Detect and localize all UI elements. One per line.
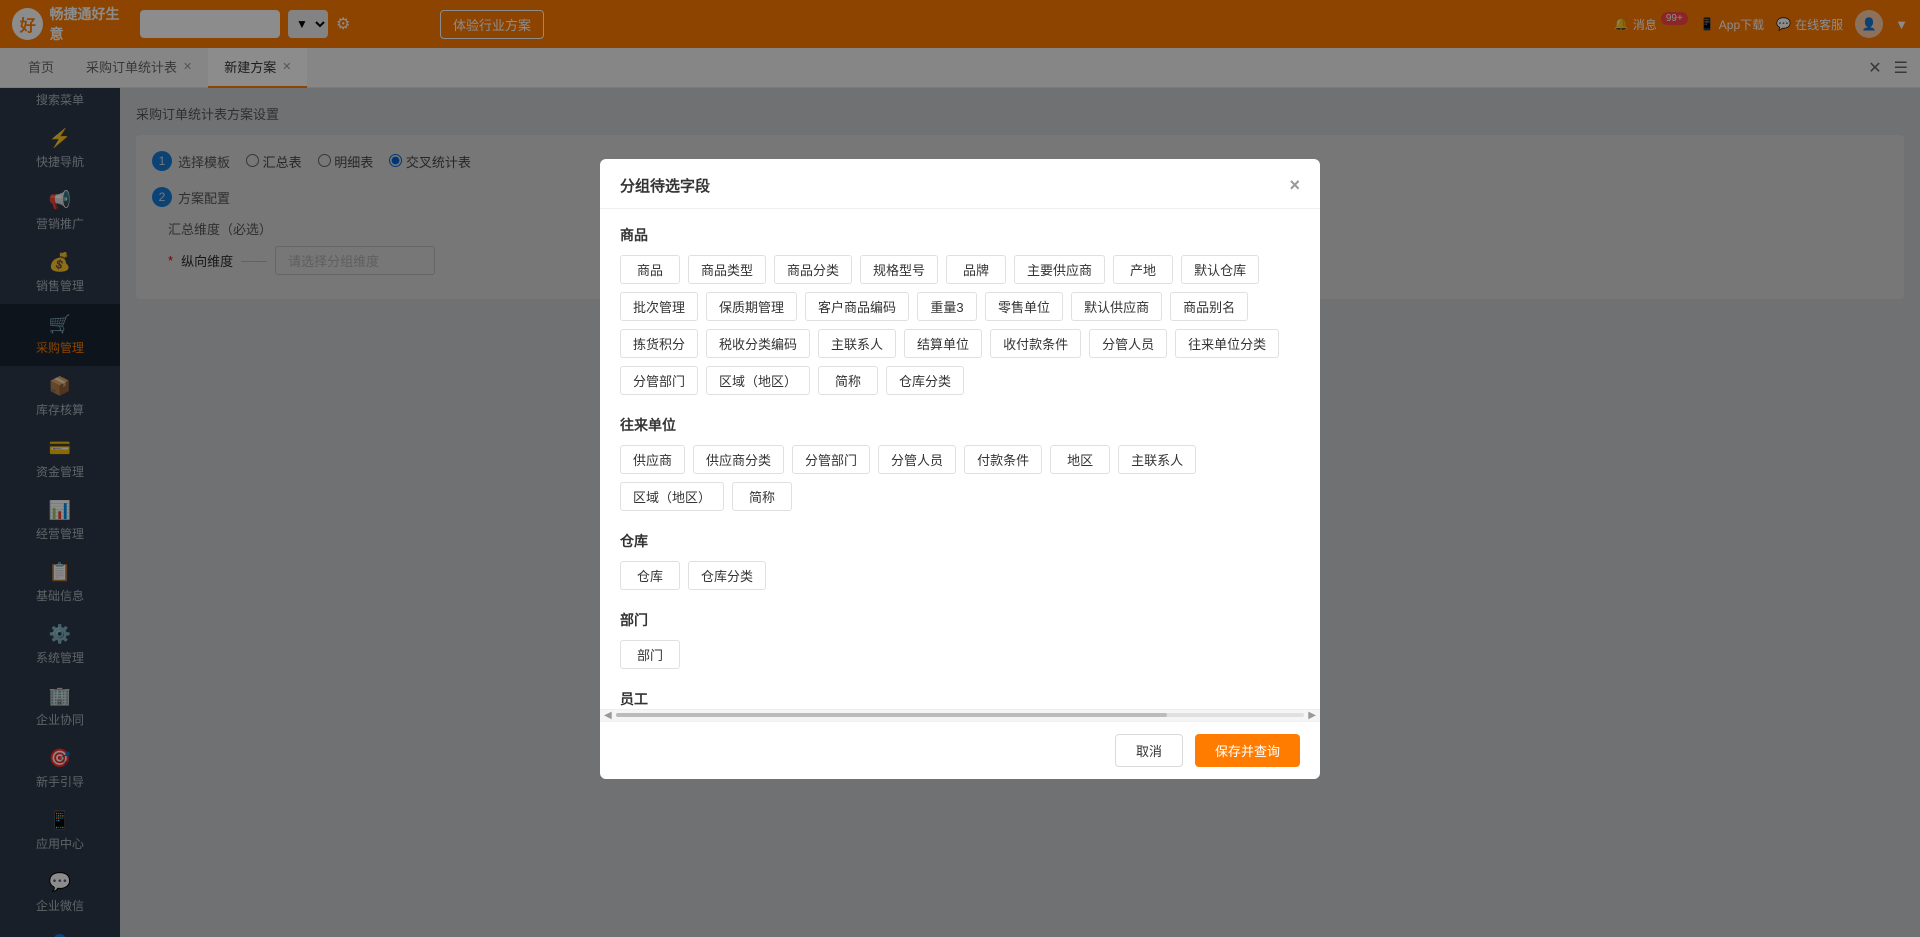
field-group-title-department: 部门 bbox=[620, 610, 1300, 630]
field-tags-department: 部门 bbox=[620, 640, 1300, 669]
field-tag-product-3[interactable]: 规格型号 bbox=[860, 255, 938, 284]
modal-close-button[interactable]: × bbox=[1289, 176, 1300, 194]
field-group-title-partner: 往来单位 bbox=[620, 415, 1300, 435]
field-tags-partner: 供应商供应商分类分管部门分管人员付款条件地区主联系人区域（地区） 简称 bbox=[620, 445, 1300, 511]
field-group-title-warehouse: 仓库 bbox=[620, 531, 1300, 551]
field-tag-product-10[interactable]: 客户商品编码 bbox=[805, 292, 909, 321]
field-tag-partner-4[interactable]: 付款条件 bbox=[964, 445, 1042, 474]
field-tag-product-12[interactable]: 零售单位 bbox=[985, 292, 1063, 321]
field-group-employee: 员工业务员 bbox=[620, 689, 1300, 709]
field-group-department: 部门部门 bbox=[620, 610, 1300, 669]
field-tag-product-14[interactable]: 商品别名 bbox=[1170, 292, 1248, 321]
field-tag-partner-0[interactable]: 供应商 bbox=[620, 445, 685, 474]
field-tag-partner-1[interactable]: 供应商分类 bbox=[693, 445, 784, 474]
field-tag-product-4[interactable]: 品牌 bbox=[946, 255, 1006, 284]
field-tag-product-6[interactable]: 产地 bbox=[1113, 255, 1173, 284]
field-tag-product-24[interactable]: 简称 bbox=[818, 366, 878, 395]
field-group-title-product: 商品 bbox=[620, 225, 1300, 245]
field-tag-product-15[interactable]: 拣货积分 bbox=[620, 329, 698, 358]
modal-hscroll[interactable]: ◀ ▶ bbox=[600, 709, 1320, 721]
confirm-button[interactable]: 保存并查询 bbox=[1195, 734, 1300, 767]
field-tag-partner-2[interactable]: 分管部门 bbox=[792, 445, 870, 474]
field-tag-product-1[interactable]: 商品类型 bbox=[688, 255, 766, 284]
field-tag-product-18[interactable]: 结算单位 bbox=[904, 329, 982, 358]
field-tag-product-25[interactable]: 仓库分类 bbox=[886, 366, 964, 395]
modal-header: 分组待选字段 × bbox=[600, 159, 1320, 209]
field-tag-partner-5[interactable]: 地区 bbox=[1050, 445, 1110, 474]
hscroll-left-arrow[interactable]: ◀ bbox=[604, 710, 612, 721]
field-group-partner: 往来单位供应商供应商分类分管部门分管人员付款条件地区主联系人区域（地区） 简称 bbox=[620, 415, 1300, 511]
field-tag-product-23[interactable]: 区域（地区） bbox=[706, 366, 810, 395]
field-tag-product-9[interactable]: 保质期管理 bbox=[706, 292, 797, 321]
field-group-title-employee: 员工 bbox=[620, 689, 1300, 709]
field-tag-product-16[interactable]: 税收分类编码 bbox=[706, 329, 810, 358]
field-tag-partner-3[interactable]: 分管人员 bbox=[878, 445, 956, 474]
field-tag-product-0[interactable]: 商品 bbox=[620, 255, 680, 284]
field-tag-product-8[interactable]: 批次管理 bbox=[620, 292, 698, 321]
field-tags-warehouse: 仓库仓库分类 bbox=[620, 561, 1300, 590]
field-tag-product-20[interactable]: 分管人员 bbox=[1089, 329, 1167, 358]
field-tag-product-5[interactable]: 主要供应商 bbox=[1014, 255, 1105, 284]
field-tag-product-19[interactable]: 收付款条件 bbox=[990, 329, 1081, 358]
field-tag-product-13[interactable]: 默认供应商 bbox=[1071, 292, 1162, 321]
field-tag-partner-8[interactable]: 简称 bbox=[732, 482, 792, 511]
field-tags-product: 商品商品类型商品分类规格型号品牌主要供应商产地默认仓库批次管理保质期管理客户商品… bbox=[620, 255, 1300, 395]
field-group-product: 商品商品商品类型商品分类规格型号品牌主要供应商产地默认仓库批次管理保质期管理客户… bbox=[620, 225, 1300, 395]
hscroll-track bbox=[616, 713, 1305, 717]
field-tag-partner-6[interactable]: 主联系人 bbox=[1118, 445, 1196, 474]
field-tag-warehouse-0[interactable]: 仓库 bbox=[620, 561, 680, 590]
field-tag-warehouse-1[interactable]: 仓库分类 bbox=[688, 561, 766, 590]
field-tag-product-7[interactable]: 默认仓库 bbox=[1181, 255, 1259, 284]
field-tag-product-21[interactable]: 往来单位分类 bbox=[1175, 329, 1279, 358]
modal-footer: 取消 保存并查询 bbox=[600, 721, 1320, 779]
field-tag-department-0[interactable]: 部门 bbox=[620, 640, 680, 669]
modal-body[interactable]: 商品商品商品类型商品分类规格型号品牌主要供应商产地默认仓库批次管理保质期管理客户… bbox=[600, 209, 1320, 709]
field-group-warehouse: 仓库仓库仓库分类 bbox=[620, 531, 1300, 590]
modal-overlay: 分组待选字段 × 商品商品商品类型商品分类规格型号品牌主要供应商产地默认仓库批次… bbox=[0, 0, 1920, 937]
field-tag-product-22[interactable]: 分管部门 bbox=[620, 366, 698, 395]
field-tag-product-2[interactable]: 商品分类 bbox=[774, 255, 852, 284]
hscroll-right-arrow[interactable]: ▶ bbox=[1308, 710, 1316, 721]
field-tag-product-17[interactable]: 主联系人 bbox=[818, 329, 896, 358]
modal: 分组待选字段 × 商品商品商品类型商品分类规格型号品牌主要供应商产地默认仓库批次… bbox=[600, 159, 1320, 779]
field-tag-partner-7[interactable]: 区域（地区） bbox=[620, 482, 724, 511]
modal-title: 分组待选字段 bbox=[620, 175, 710, 196]
field-tag-product-11[interactable]: 重量3 bbox=[917, 292, 977, 321]
cancel-button[interactable]: 取消 bbox=[1115, 734, 1183, 767]
hscroll-thumb bbox=[616, 713, 1167, 717]
